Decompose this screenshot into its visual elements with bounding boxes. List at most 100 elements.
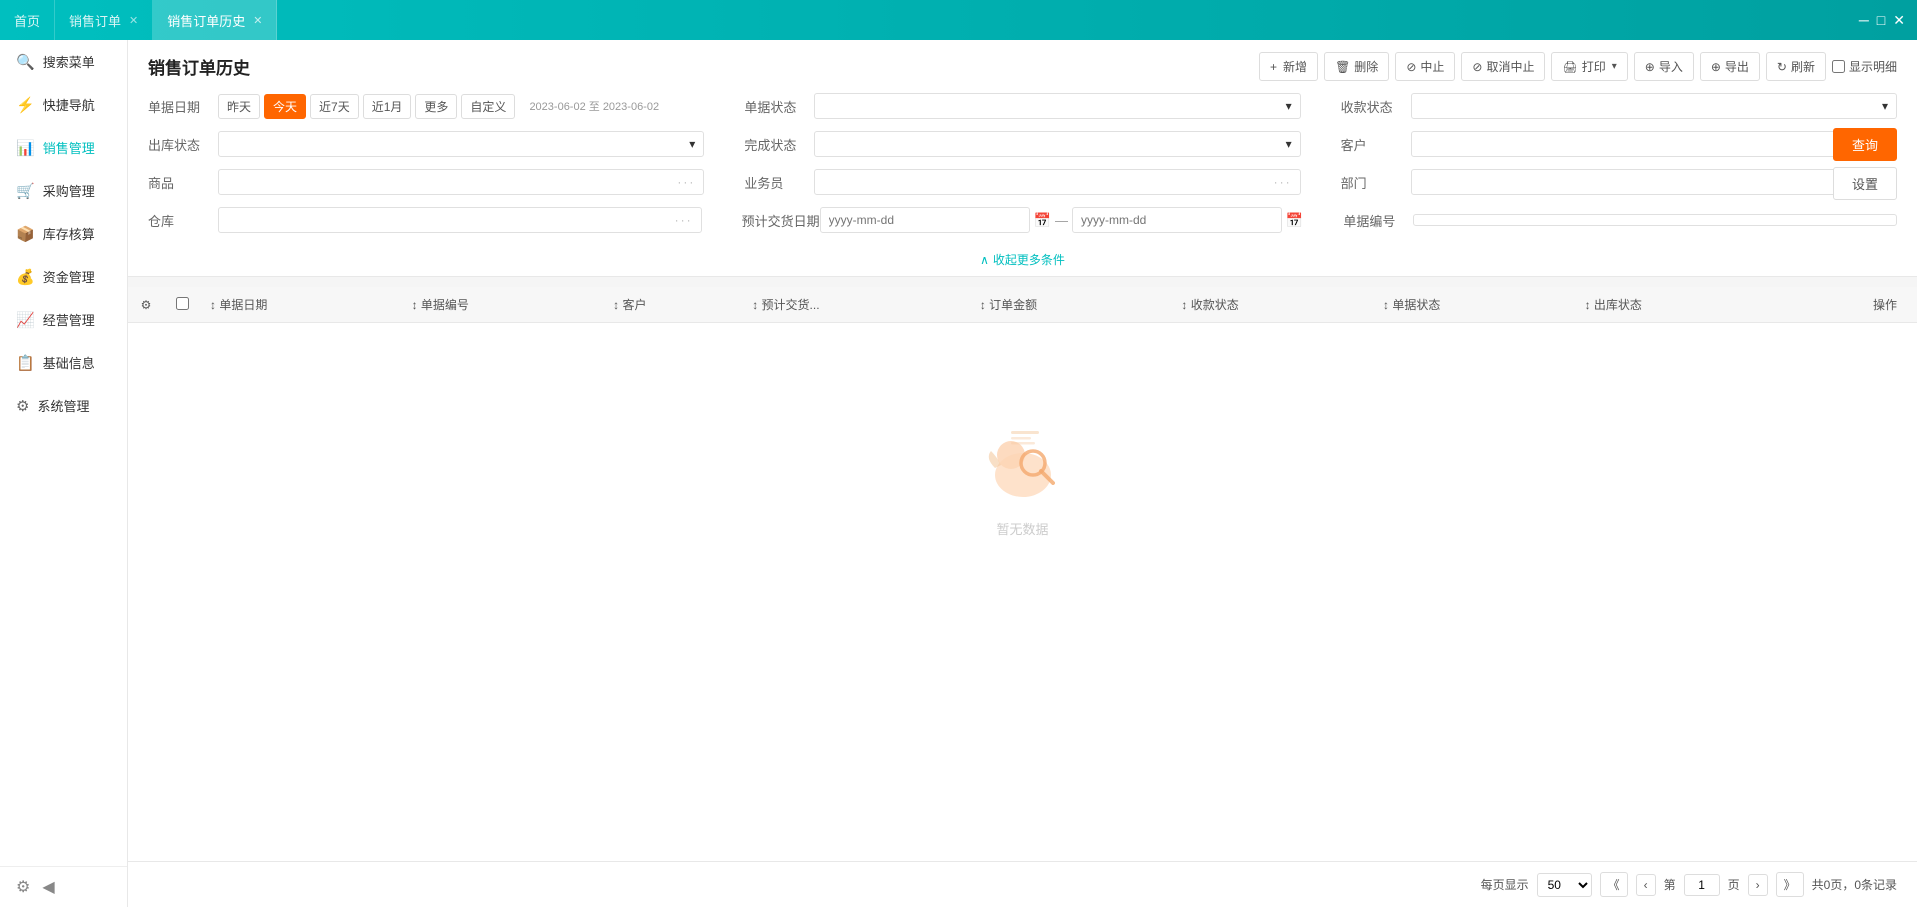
- empty-state-row: 暂无数据: [128, 323, 1917, 599]
- sidebar-item-purchase-mgmt[interactable]: 🛒 采购管理: [0, 169, 127, 212]
- date-control: 昨天 今天 近7天 近1月 更多 自定义 2023-06-02 至 2023-0…: [218, 94, 704, 119]
- calendar-icon-1: 📅: [1034, 212, 1051, 229]
- custom-btn[interactable]: 自定义: [461, 94, 515, 119]
- tab-sales-order[interactable]: 销售订单 ✕: [55, 0, 153, 40]
- salesperson-select[interactable]: ···: [814, 169, 1300, 195]
- import-button[interactable]: ⊕ 导入: [1634, 52, 1694, 81]
- salesperson-dots: ···: [1274, 175, 1292, 189]
- today-btn[interactable]: 今天: [264, 94, 306, 119]
- sidebar-item-quick-nav[interactable]: ⚡ 快捷导航: [0, 83, 127, 126]
- first-page-btn[interactable]: 《: [1600, 872, 1628, 897]
- delete-button[interactable]: 🗑 删除: [1324, 52, 1389, 81]
- minimize-btn[interactable]: ─: [1859, 12, 1869, 28]
- new-button[interactable]: + 新增: [1259, 52, 1318, 81]
- date-label: 单据日期: [148, 97, 218, 116]
- import-label: 导入: [1659, 58, 1683, 75]
- sidebar-item-base-info[interactable]: 📋 基础信息: [0, 341, 127, 384]
- tab-sales-order-close[interactable]: ✕: [129, 14, 138, 27]
- sidebar-item-finance-label: 资金管理: [43, 267, 95, 286]
- last-page-btn[interactable]: 》: [1776, 872, 1804, 897]
- sidebar-item-operations[interactable]: 📈 经营管理: [0, 298, 127, 341]
- sidebar-item-inventory[interactable]: 📦 库存核算: [0, 212, 127, 255]
- per-page-select[interactable]: 10 20 50 100: [1537, 873, 1592, 897]
- collapse-icon: ∧: [980, 253, 989, 267]
- last7-btn[interactable]: 近7天: [310, 94, 359, 119]
- calendar-icon-2: 📅: [1286, 212, 1303, 229]
- stop-button[interactable]: ⊘ 中止: [1395, 52, 1455, 81]
- goods-label: 商品: [148, 173, 218, 192]
- order-number-input[interactable]: [1413, 214, 1897, 226]
- next-page-btn[interactable]: ›: [1748, 874, 1768, 896]
- maximize-btn[interactable]: □: [1877, 12, 1885, 28]
- payment-status-label: 收款状态: [1341, 97, 1411, 116]
- content-area: 销售订单历史 + 新增 🗑 删除 ⊘ 中止 ⊘: [128, 40, 1917, 907]
- filter-row-1: 单据日期 昨天 今天 近7天 近1月 更多 自定义 2023-06-02 至 2…: [148, 93, 1897, 119]
- toolbar: + 新增 🗑 删除 ⊘ 中止 ⊘ 取消中止: [1259, 52, 1897, 81]
- stop-label: 中止: [1420, 58, 1444, 75]
- page-title-row: 销售订单历史 + 新增 🗑 删除 ⊘ 中止 ⊘: [148, 52, 1897, 81]
- sidebar-item-sales-mgmt[interactable]: 📊 销售管理: [0, 126, 127, 169]
- filter-row-4: 仓库 ··· 预计交货日期 📅 — 📅: [148, 207, 1897, 233]
- settings-button[interactable]: 设置: [1833, 167, 1897, 200]
- inventory-icon: 📦: [16, 225, 35, 243]
- tab-sales-order-history-close[interactable]: ✕: [253, 14, 262, 27]
- customer-select[interactable]: ···: [1411, 131, 1897, 157]
- delete-icon: 🗑: [1335, 60, 1350, 74]
- page-input[interactable]: [1684, 874, 1720, 896]
- sidebar-item-finance[interactable]: 💰 资金管理: [0, 255, 127, 298]
- more-btn[interactable]: 更多: [415, 94, 457, 119]
- search-button[interactable]: 查询: [1833, 128, 1897, 161]
- department-control: [1411, 169, 1897, 195]
- refresh-button[interactable]: ↻ 刷新: [1766, 52, 1826, 81]
- estimated-date-to[interactable]: [1072, 207, 1282, 233]
- prev-page-btn[interactable]: ‹: [1636, 874, 1656, 896]
- close-btn[interactable]: ✕: [1893, 12, 1905, 29]
- cancel-stop-button[interactable]: ⊘ 取消中止: [1461, 52, 1545, 81]
- completion-status-select[interactable]: [814, 131, 1300, 157]
- order-status-select[interactable]: [814, 93, 1300, 119]
- table-header-gear[interactable]: ⚙: [128, 287, 164, 323]
- table-header-row: ⚙ ↕ 单据日期 ↕ 单据编号 ↕ 客户: [128, 287, 1917, 323]
- page-title: 销售订单历史: [148, 54, 250, 79]
- select-all-checkbox[interactable]: [176, 297, 189, 310]
- base-info-icon: 📋: [16, 354, 35, 372]
- th-date: ↕ 单据日期: [200, 287, 402, 323]
- sidebar-item-sys-mgmt[interactable]: ⚙ 系统管理: [0, 384, 127, 427]
- department-select[interactable]: [1411, 169, 1897, 195]
- customer-label: 客户: [1341, 135, 1411, 154]
- filter-area: 单据日期 昨天 今天 近7天 近1月 更多 自定义 2023-06-02 至 2…: [148, 93, 1897, 276]
- print-button[interactable]: 🖨 打印 ▾: [1551, 52, 1627, 81]
- sidebar-collapse-icon[interactable]: ◀: [42, 877, 54, 897]
- tab-home[interactable]: 首页: [0, 0, 55, 40]
- purchase-mgmt-icon: 🛒: [16, 182, 35, 200]
- estimated-date-label: 预计交货日期: [742, 211, 820, 230]
- sidebar-item-search-menu-label: 搜索菜单: [43, 52, 95, 71]
- warehouse-label: 仓库: [148, 211, 218, 230]
- delete-label: 删除: [1354, 58, 1378, 75]
- stop-icon: ⊘: [1406, 60, 1416, 74]
- display-toggle-checkbox[interactable]: [1832, 60, 1845, 73]
- goods-select[interactable]: ···: [218, 169, 704, 195]
- total-label: 共0页，0条记录: [1812, 876, 1897, 893]
- warehouse-control: ···: [218, 207, 702, 233]
- sidebar-settings-icon[interactable]: ⚙: [16, 877, 30, 897]
- th-order-status-label: ↕ 单据状态: [1383, 298, 1440, 312]
- empty-state-cell: 暂无数据: [128, 323, 1917, 599]
- payment-status-control: [1411, 93, 1897, 119]
- export-button[interactable]: ⊕ 导出: [1700, 52, 1760, 81]
- collapse-row[interactable]: ∧ 收起更多条件: [148, 245, 1897, 276]
- estimated-date-from[interactable]: [820, 207, 1030, 233]
- warehouse-select[interactable]: ···: [218, 207, 702, 233]
- delivery-status-control: [218, 131, 704, 157]
- tab-sales-order-history[interactable]: 销售订单历史 ✕: [153, 0, 277, 40]
- table-header-checkbox[interactable]: [164, 287, 200, 323]
- last-month-btn[interactable]: 近1月: [363, 94, 412, 119]
- new-icon: +: [1270, 60, 1277, 74]
- payment-status-select[interactable]: [1411, 93, 1897, 119]
- delivery-status-select[interactable]: [218, 131, 704, 157]
- export-icon: ⊕: [1711, 60, 1721, 74]
- gear-icon[interactable]: ⚙: [141, 298, 152, 312]
- sidebar-item-search-menu[interactable]: 🔍 搜索菜单: [0, 40, 127, 83]
- warehouse-dots: ···: [675, 213, 693, 227]
- yesterday-btn[interactable]: 昨天: [218, 94, 260, 119]
